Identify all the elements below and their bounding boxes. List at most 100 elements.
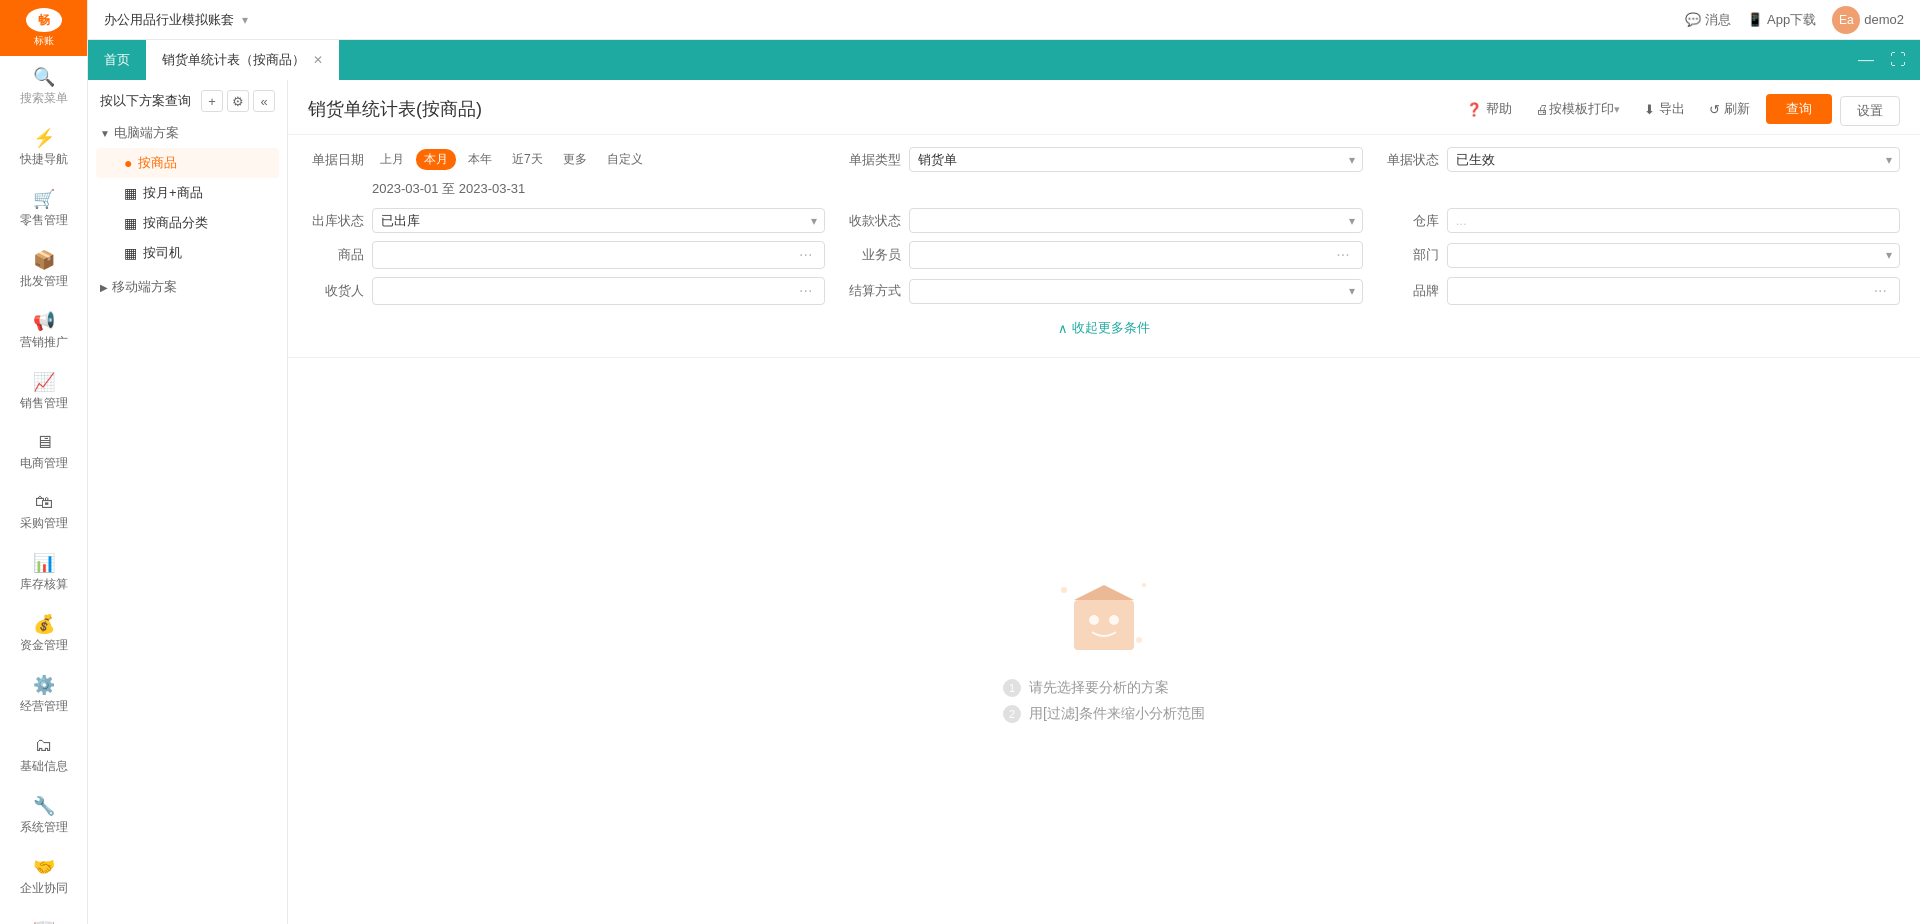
sidebar-item-basic[interactable]: 🗂 基础信息 — [0, 725, 87, 785]
sidebar-marketing-label: 营销推广 — [20, 334, 68, 351]
sidebar-search-item[interactable]: 🔍 搜索菜单 — [0, 56, 87, 117]
query-button[interactable]: 查询 — [1766, 94, 1832, 124]
scheme-group-mobile-label: 移动端方案 — [112, 278, 177, 296]
tab-maximize-button[interactable]: ⛶ — [1884, 46, 1912, 74]
dept-label: 部门 — [1383, 246, 1439, 264]
sidebar-item-quicknav[interactable]: ⚡ 快捷导航 — [0, 117, 87, 178]
date-tab-more[interactable]: 更多 — [555, 149, 595, 170]
inventory-icon: 📊 — [33, 552, 55, 574]
tab-close-icon[interactable]: ✕ — [313, 53, 323, 67]
date-tab-thisyear[interactable]: 本年 — [460, 149, 500, 170]
docstatus-dropdown[interactable]: 已生效 ▾ — [1447, 147, 1900, 172]
outstatus-select[interactable]: 已出库 — [372, 208, 825, 233]
salesman-ellipsis[interactable]: ··· — [1332, 246, 1353, 264]
sidebar-item-wholesale[interactable]: 📦 批发管理 — [0, 239, 87, 300]
docstatus-select[interactable]: 已生效 — [1447, 147, 1900, 172]
product-input-wrapper[interactable]: ··· — [372, 241, 825, 269]
sidebar-item-ecommerce[interactable]: 🖥 电商管理 — [0, 422, 87, 482]
empty-step1-text: 请先选择要分析的方案 — [1029, 679, 1169, 697]
sidebar-item-marketing[interactable]: 📢 营销推广 — [0, 300, 87, 361]
date-tab-7days[interactable]: 近7天 — [504, 149, 551, 170]
outstatus-dropdown[interactable]: 已出库 ▾ — [372, 208, 825, 233]
scheme-by-month-product-label: 按月+商品 — [143, 184, 203, 202]
scheme-item-by-category[interactable]: ▦ 按商品分类 — [96, 208, 279, 238]
user-menu[interactable]: Ea demo2 — [1832, 6, 1904, 34]
sidebar-item-enterprise[interactable]: 🤝 企业协同 — [0, 846, 87, 907]
sidebar-item-finance[interactable]: 💰 资金管理 — [0, 603, 87, 664]
app-download-button[interactable]: 📱 App下载 — [1747, 11, 1816, 29]
sidebar-quicknav-label: 快捷导航 — [20, 151, 68, 168]
scheme-group-pc-title[interactable]: ▼ 电脑端方案 — [96, 118, 279, 148]
product-ellipsis[interactable]: ··· — [795, 246, 816, 264]
sidebar-sales-label: 销售管理 — [20, 395, 68, 412]
scheme-item-by-cashier[interactable]: ▦ 按司机 — [96, 238, 279, 268]
date-tab-thismonth[interactable]: 本月 — [416, 149, 456, 170]
dept-select[interactable] — [1447, 243, 1900, 268]
filter-cell-product: 商品 ··· — [308, 241, 825, 269]
date-tabs: 上月 本月 本年 近7天 更多 自定义 — [372, 149, 651, 170]
date-tab-custom[interactable]: 自定义 — [599, 149, 651, 170]
filter-row-4: 收货人 ··· 结算方式 ▾ — [308, 277, 1900, 305]
add-scheme-button[interactable]: + — [201, 90, 223, 112]
topbar-dropdown-arrow[interactable]: ▾ — [242, 13, 248, 27]
wholesale-icon: 📦 — [33, 249, 55, 271]
sidebar-item-operation[interactable]: ⚙️ 经营管理 — [0, 664, 87, 725]
template-print-button[interactable]: 🖨 按模板打印 ▾ — [1528, 96, 1628, 122]
doctype-dropdown[interactable]: 销货单 ▾ — [909, 147, 1362, 172]
sidebar-item-sales[interactable]: 📈 销售管理 — [0, 361, 87, 422]
sidebar-ecommerce-label: 电商管理 — [20, 455, 68, 472]
date-tab-lastmonth[interactable]: 上月 — [372, 149, 412, 170]
sidebar-item-retail[interactable]: 🛒 零售管理 — [0, 178, 87, 239]
product-label: 商品 — [308, 246, 364, 264]
message-button[interactable]: 💬 消息 — [1685, 11, 1731, 29]
brand-input-wrapper[interactable]: ··· — [1447, 277, 1900, 305]
settlement-dropdown[interactable]: ▾ — [909, 279, 1362, 304]
export-button[interactable]: ⬇ 导出 — [1636, 96, 1693, 122]
sidebar-retail-label: 零售管理 — [20, 212, 68, 229]
empty-step-2: 2 用[过滤]条件来缩小分析范围 — [1003, 705, 1205, 723]
refresh-button[interactable]: ↺ 刷新 — [1701, 96, 1758, 122]
sidebar-item-newbie[interactable]: 📖 新手引导 — [0, 907, 87, 924]
dept-dropdown[interactable]: ▾ — [1447, 243, 1900, 268]
scheme-item-by-month-product[interactable]: ▦ 按月+商品 — [96, 178, 279, 208]
doctype-select[interactable]: 销货单 — [909, 147, 1362, 172]
tab-sales-report[interactable]: 销货单统计表（按商品） ✕ — [146, 40, 339, 80]
main-area: 办公用品行业模拟账套 ▾ 💬 消息 📱 App下载 Ea demo2 首页 — [88, 0, 1920, 924]
salesman-input-wrapper[interactable]: ··· — [909, 241, 1362, 269]
sidebar-item-purchase[interactable]: 🛍 采购管理 — [0, 482, 87, 542]
tabbar-actions: — ⛶ — [1852, 46, 1920, 74]
group-expand-icon: ▼ — [100, 128, 110, 139]
scheme-item-by-product[interactable]: ● 按商品 — [96, 148, 279, 178]
receiver-input-wrapper[interactable]: ··· — [372, 277, 825, 305]
quicknav-icon: ⚡ — [33, 127, 55, 149]
finance-icon: 💰 — [33, 613, 55, 635]
filter-row-1: 单据日期 上月 本月 本年 近7天 更多 自定义 — [308, 147, 1900, 172]
brand-ellipsis[interactable]: ··· — [1870, 282, 1891, 300]
scheme-group-mobile-title[interactable]: ▶ 移动端方案 — [96, 272, 279, 302]
tab-minimize-button[interactable]: — — [1852, 46, 1880, 74]
settlement-select[interactable] — [909, 279, 1362, 304]
brand-label: 品牌 — [1383, 282, 1439, 300]
sidebar-item-system[interactable]: 🔧 系统管理 — [0, 785, 87, 846]
payment-select[interactable] — [909, 208, 1362, 233]
avatar-text: Ea — [1839, 13, 1854, 27]
setting-button[interactable]: 设置 — [1840, 96, 1900, 126]
sidebar-item-inventory[interactable]: 📊 库存核算 — [0, 542, 87, 603]
filter-cell-date: 单据日期 上月 本月 本年 近7天 更多 自定义 — [308, 147, 825, 172]
filter-cell-docstatus: 单据状态 已生效 ▾ — [1383, 147, 1900, 172]
collapse-panel-button[interactable]: « — [253, 90, 275, 112]
topbar-left: 办公用品行业模拟账套 ▾ — [104, 11, 248, 29]
collapse-button[interactable]: ∧ 收起更多条件 — [1058, 319, 1150, 337]
filter-cell-warehouse: 仓库 ... — [1383, 208, 1900, 233]
print-dropdown-arrow[interactable]: ▾ — [1614, 103, 1620, 116]
page-title-bar: 销货单统计表(按商品) ❓ 帮助 🖨 按模板打印 ▾ ⬇ 导出 — [288, 80, 1920, 135]
scheme-settings-button[interactable]: ⚙ — [227, 90, 249, 112]
warehouse-input-wrapper[interactable]: ... — [1447, 208, 1900, 233]
page-actions: ❓ 帮助 🖨 按模板打印 ▾ ⬇ 导出 ↺ 刷新 — [1458, 92, 1900, 126]
tab-home[interactable]: 首页 — [88, 40, 146, 80]
sales-icon: 📈 — [33, 371, 55, 393]
operation-icon: ⚙️ — [33, 674, 55, 696]
payment-dropdown[interactable]: ▾ — [909, 208, 1362, 233]
receiver-ellipsis[interactable]: ··· — [795, 282, 816, 300]
help-button[interactable]: ❓ 帮助 — [1458, 96, 1520, 122]
